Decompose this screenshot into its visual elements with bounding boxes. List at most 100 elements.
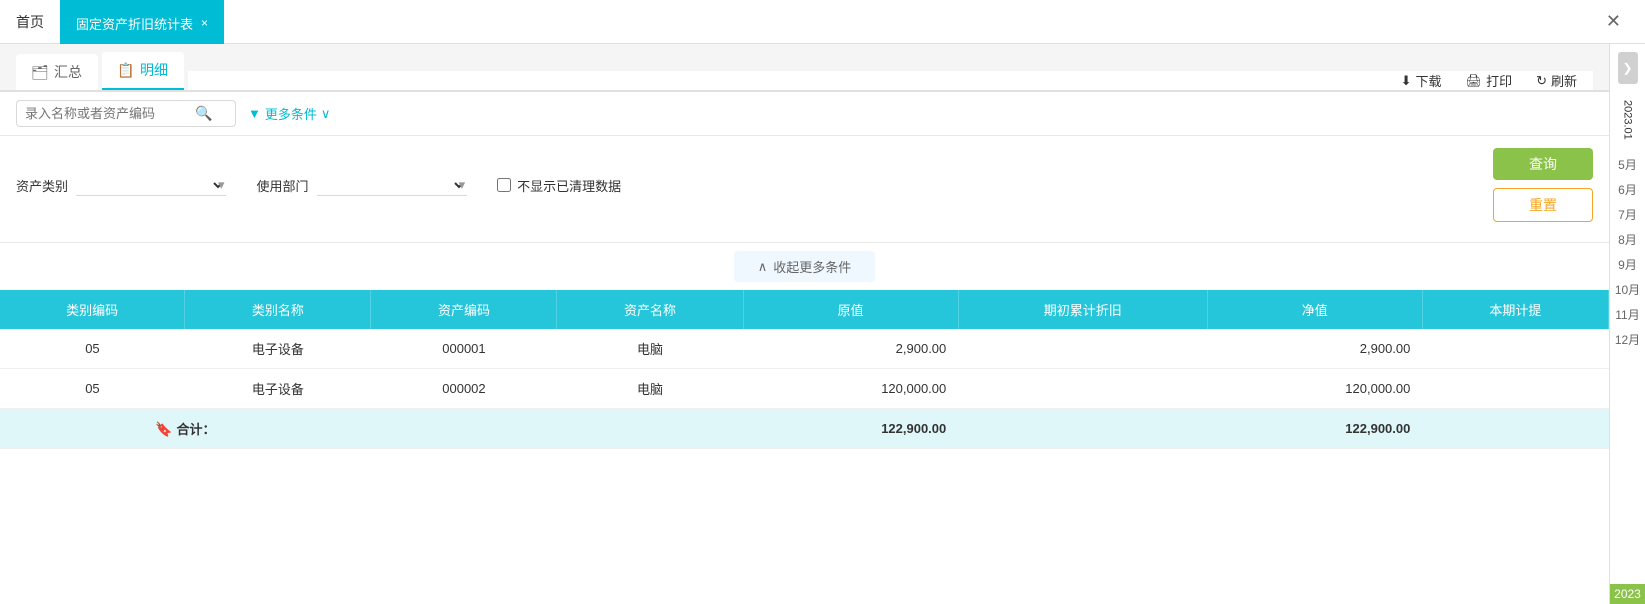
sidebar-month-item[interactable]: 9月 xyxy=(1615,252,1640,277)
hide-cleared-checkbox[interactable] xyxy=(497,178,511,192)
sidebar-month-item[interactable]: 7月 xyxy=(1615,202,1640,227)
th-accum-depreciation: 期初累计折旧 xyxy=(958,290,1207,329)
sidebar-month-item[interactable]: 12月 xyxy=(1615,327,1640,352)
th-category-code: 类别编码 xyxy=(0,290,185,329)
th-category-name: 类别名称 xyxy=(185,290,371,329)
filter-section: 资产类别 ▾ 使用部门 ▾ 不显示已清理数据 xyxy=(0,136,1609,243)
cell-accum-depreciation xyxy=(958,369,1207,409)
cell-total-provision xyxy=(1422,409,1608,449)
arrow-right-icon: ❯ xyxy=(1622,61,1632,75)
total-label: 合计： xyxy=(176,422,215,437)
asset-category-select[interactable] xyxy=(76,174,226,196)
collapse-label: 收起更多条件 xyxy=(773,257,851,276)
print-icon: 🖨 xyxy=(1466,73,1483,89)
reset-button[interactable]: 重置 xyxy=(1493,188,1593,222)
cell-category-name: 电子设备 xyxy=(185,329,371,369)
sidebar-expand-arrow[interactable]: ❯ xyxy=(1618,52,1638,84)
cell-accum-depreciation xyxy=(958,329,1207,369)
cell-total-icon: 🔖 合计： xyxy=(0,409,371,449)
list-icon: 📋 xyxy=(118,62,134,78)
download-icon: ⬇ xyxy=(1401,73,1412,89)
cell-total-original: 122,900.00 xyxy=(743,409,958,449)
nav-tab-close-icon[interactable]: × xyxy=(201,16,208,30)
filter-actions: 查询 重置 xyxy=(1493,148,1593,222)
data-table: 类别编码 类别名称 资产编码 资产名称 原值 期初累计折旧 净值 本期计提 05… xyxy=(0,290,1609,449)
download-button[interactable]: ⬇ 下载 xyxy=(1401,71,1442,90)
download-label: 下载 xyxy=(1416,71,1442,90)
cell-net-value: 120,000.00 xyxy=(1207,369,1422,409)
tab-bar: 🗂 汇总 📋 明细 ⬇ 下载 🖨 打印 ↻ 刷新 xyxy=(0,44,1609,92)
print-label: 打印 xyxy=(1486,71,1512,90)
cell-asset-name: 电脑 xyxy=(557,369,743,409)
date-label: 2023.01 xyxy=(1622,100,1634,140)
refresh-label: 刷新 xyxy=(1551,71,1577,90)
filter-row: 资产类别 ▾ 使用部门 ▾ 不显示已清理数据 xyxy=(16,148,1593,222)
total-row: 🔖 合计： 122,900.00 122,900.00 xyxy=(0,409,1609,449)
refresh-button[interactable]: ↻ 刷新 xyxy=(1536,71,1577,90)
filter-icon: ▼ xyxy=(248,106,261,121)
cell-category-code: 05 xyxy=(0,369,185,409)
search-input[interactable] xyxy=(25,106,195,121)
sidebar-month-item[interactable]: 10月 xyxy=(1615,277,1640,302)
tab-summary-label: 汇总 xyxy=(54,62,82,82)
sidebar-month-item[interactable]: 8月 xyxy=(1615,227,1640,252)
th-net-value: 净值 xyxy=(1207,290,1422,329)
department-select[interactable] xyxy=(317,174,467,196)
year-badge[interactable]: 2023 xyxy=(1610,584,1645,604)
asset-category-label: 资产类别 xyxy=(16,176,68,195)
collapse-up-icon: ∧ xyxy=(758,259,768,275)
hide-cleared-label: 不显示已清理数据 xyxy=(517,176,621,195)
right-sidebar: ❯ 2023.01 5月6月7月8月9月10月11月12月 2023 xyxy=(1609,44,1645,604)
sidebar-month-item[interactable]: 11月 xyxy=(1615,302,1640,327)
nav-tab-label: 固定资产折旧统计表 xyxy=(76,14,193,33)
department-dropdown-icon: ▾ xyxy=(459,177,466,193)
cell-original-value: 120,000.00 xyxy=(743,369,958,409)
th-asset-name: 资产名称 xyxy=(557,290,743,329)
asset-category-dropdown-icon: ▾ xyxy=(218,177,225,193)
main-content: 🗂 汇总 📋 明细 ⬇ 下载 🖨 打印 ↻ 刷新 xyxy=(0,44,1645,604)
cell-asset-code: 000001 xyxy=(371,329,557,369)
more-filter-button[interactable]: ▼ 更多条件 ∨ xyxy=(248,104,330,123)
left-panel: 🗂 汇总 📋 明细 ⬇ 下载 🖨 打印 ↻ 刷新 xyxy=(0,44,1609,604)
sidebar-month-item[interactable]: 6月 xyxy=(1615,177,1640,202)
department-field: 使用部门 ▾ xyxy=(257,174,466,196)
layers-icon: 🗂 xyxy=(32,64,48,80)
sidebar-month-item[interactable]: 5月 xyxy=(1615,152,1640,177)
search-input-wrap: 🔍 xyxy=(16,100,236,127)
table-row: 05 电子设备 000002 电脑 120,000.00 120,000.00 xyxy=(0,369,1609,409)
hide-cleared-wrap: 不显示已清理数据 xyxy=(497,176,621,195)
print-button[interactable]: 🖨 打印 xyxy=(1466,71,1513,90)
cell-category-name: 电子设备 xyxy=(185,369,371,409)
cell-category-code: 05 xyxy=(0,329,185,369)
cell-asset-code: 000002 xyxy=(371,369,557,409)
department-label: 使用部门 xyxy=(257,176,309,195)
collapse-bar: ∧ 收起更多条件 xyxy=(0,243,1609,290)
th-asset-code: 资产编码 xyxy=(371,290,557,329)
th-original-value: 原值 xyxy=(743,290,958,329)
table-header-row: 类别编码 类别名称 资产编码 资产名称 原值 期初累计折旧 净值 本期计提 xyxy=(0,290,1609,329)
cell-original-value: 2,900.00 xyxy=(743,329,958,369)
window-close-button[interactable]: ✕ xyxy=(1598,11,1629,32)
cell-asset-name: 电脑 xyxy=(557,329,743,369)
top-nav: 首页 固定资产折旧统计表 × ✕ xyxy=(0,0,1645,44)
month-list: 5月6月7月8月9月10月11月12月 xyxy=(1615,152,1640,352)
cell-total-accum xyxy=(958,409,1207,449)
tab-detail[interactable]: 📋 明细 xyxy=(102,52,184,90)
tab-detail-label: 明细 xyxy=(140,60,168,80)
query-button[interactable]: 查询 xyxy=(1493,148,1593,180)
cell-current-provision xyxy=(1422,329,1608,369)
cell-total-spacer2 xyxy=(557,409,743,449)
asset-category-field: 资产类别 ▾ xyxy=(16,174,225,196)
refresh-icon: ↻ xyxy=(1536,73,1547,89)
table-wrap: 类别编码 类别名称 资产编码 资产名称 原值 期初累计折旧 净值 本期计提 05… xyxy=(0,290,1609,604)
cell-total-net: 122,900.00 xyxy=(1207,409,1422,449)
search-bar: 🔍 ▼ 更多条件 ∨ xyxy=(0,92,1609,136)
search-icon[interactable]: 🔍 xyxy=(195,105,212,122)
tab-summary[interactable]: 🗂 汇总 xyxy=(16,54,98,90)
nav-home[interactable]: 首页 xyxy=(16,12,60,32)
nav-tab-depreciation[interactable]: 固定资产折旧统计表 × xyxy=(60,0,224,44)
date-display: 2023.01 xyxy=(1622,100,1634,140)
collapse-button[interactable]: ∧ 收起更多条件 xyxy=(734,251,876,282)
more-filter-label: 更多条件 xyxy=(265,104,317,123)
cell-net-value: 2,900.00 xyxy=(1207,329,1422,369)
